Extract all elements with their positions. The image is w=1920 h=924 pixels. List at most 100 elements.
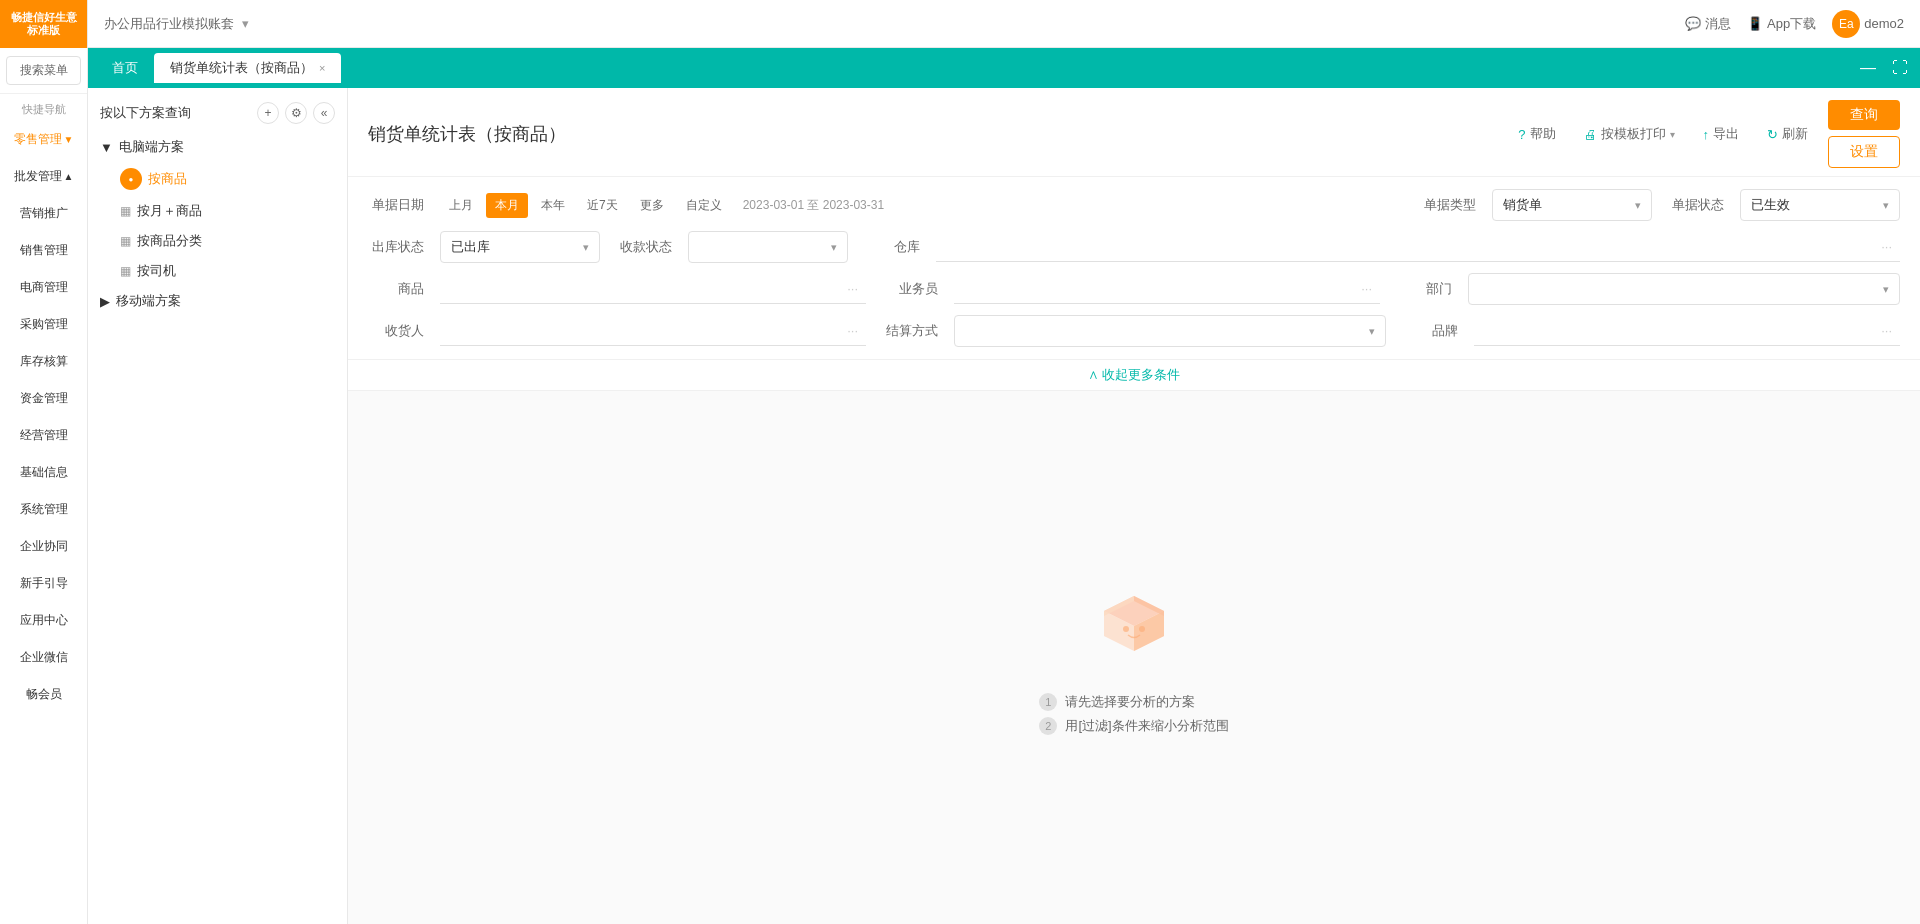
dropdown-icon[interactable]: ▾ — [242, 16, 249, 31]
sidebar-item-retail-label: 零售管理 — [14, 131, 62, 148]
plus-icon: + — [264, 106, 271, 120]
department-dropdown[interactable]: ▾ — [1468, 273, 1900, 305]
tab-close-icon[interactable]: × — [319, 63, 325, 74]
industry-label: 办公用品行业模拟账套 — [104, 15, 234, 33]
refresh-button[interactable]: ↻ 刷新 — [1759, 121, 1816, 147]
out-status-dropdown[interactable]: 已出库 ▾ — [440, 231, 600, 263]
dots-icon4: ··· — [847, 323, 858, 338]
date-btn-last-month[interactable]: 上月 — [440, 193, 482, 218]
doc-type-dropdown[interactable]: 销货单 ▾ — [1492, 189, 1652, 221]
chevron-down-icon2: ▾ — [1883, 199, 1889, 212]
sidebar-item-member[interactable]: 畅会员 — [4, 678, 83, 711]
help-button[interactable]: ? 帮助 — [1510, 121, 1563, 147]
sidebar-item-inventory[interactable]: 库存核算 — [4, 345, 83, 378]
sidebar-item-finance[interactable]: 资金管理 — [4, 382, 83, 415]
date-btn-7days[interactable]: 近7天 — [578, 193, 627, 218]
search-menu-button[interactable]: 搜索菜单 — [6, 56, 81, 85]
tree-group-mobile[interactable]: ▶ 移动端方案 — [88, 286, 347, 316]
left-panel-header: 按以下方案查询 + ⚙ « — [88, 98, 347, 132]
sidebar-item-member-label: 畅会员 — [26, 687, 62, 701]
print-dropdown-icon: ▾ — [1670, 129, 1675, 140]
sidebar-item-wholesale[interactable]: 批发管理 ▲ — [4, 160, 83, 193]
right-panel: 销货单统计表（按商品） ? 帮助 🖨 按模板打印 ▾ ↑ 导出 — [348, 88, 1920, 924]
tree-item-by-category[interactable]: ▦ 按商品分类 — [88, 226, 347, 256]
refresh-label: 刷新 — [1782, 125, 1808, 143]
app-download-button[interactable]: 📱 App下载 — [1747, 15, 1816, 33]
print-label: 按模板打印 — [1601, 125, 1666, 143]
goods-input[interactable]: ··· — [440, 274, 866, 304]
date-btn-custom[interactable]: 自定义 — [677, 193, 731, 218]
tree-item-by-driver-label: 按司机 — [137, 262, 176, 280]
warehouse-label: 仓库 — [864, 238, 920, 256]
date-btn-this-year[interactable]: 本年 — [532, 193, 574, 218]
export-button[interactable]: ↑ 导出 — [1695, 121, 1748, 147]
sidebar-item-management[interactable]: 经营管理 — [4, 419, 83, 452]
refresh-icon: ↻ — [1767, 127, 1778, 142]
collapse-bar[interactable]: ∧ 收起更多条件 — [348, 360, 1920, 391]
sidebar-item-purchase[interactable]: 采购管理 — [4, 308, 83, 341]
print-button[interactable]: 🖨 按模板打印 ▾ — [1576, 121, 1683, 147]
sidebar-item-wecom[interactable]: 企业微信 — [4, 641, 83, 674]
sidebar-item-sales-label: 销售管理 — [20, 243, 68, 257]
doc-type-value: 销货单 — [1503, 196, 1542, 214]
add-scheme-button[interactable]: + — [257, 102, 279, 124]
tree-item-by-month-goods-label: 按月＋商品 — [137, 202, 202, 220]
sidebar-item-marketing[interactable]: 营销推广 — [4, 197, 83, 230]
logo-subtext: 标准版 — [27, 24, 60, 37]
tree-item-by-goods[interactable]: ● 按商品 — [88, 162, 347, 196]
page-actions: ? 帮助 🖨 按模板打印 ▾ ↑ 导出 ↻ 刷新 — [1510, 100, 1900, 168]
tab-sales-report[interactable]: 销货单统计表（按商品） × — [154, 53, 341, 83]
sidebar-item-sales[interactable]: 销售管理 — [4, 234, 83, 267]
settlement-dropdown[interactable]: ▾ — [954, 315, 1386, 347]
chevron-icon: ▼ — [64, 134, 74, 145]
tab-expand-icon[interactable]: ⛶ — [1888, 55, 1912, 81]
sidebar-item-guide[interactable]: 新手引导 — [4, 567, 83, 600]
receipt-status-dropdown[interactable]: ▾ — [688, 231, 848, 263]
date-btn-more[interactable]: 更多 — [631, 193, 673, 218]
warehouse-input[interactable]: ··· — [936, 232, 1900, 262]
sidebar-search-area: 搜索菜单 — [0, 48, 87, 94]
main-area: 办公用品行业模拟账套 ▾ 💬 消息 📱 App下载 Ea demo2 首页 销货… — [88, 0, 1920, 924]
tree-group-pc[interactable]: ▼ 电脑端方案 — [88, 132, 347, 162]
dots-icon5: ··· — [1881, 323, 1892, 338]
sidebar-item-management-label: 经营管理 — [20, 428, 68, 442]
sidebar-item-purchase-label: 采购管理 — [20, 317, 68, 331]
settlement-label: 结算方式 — [882, 322, 938, 340]
grid-icon: ▦ — [120, 204, 131, 218]
sidebar-item-retail[interactable]: 零售管理 ▼ — [4, 123, 83, 156]
chevron-icon: ▲ — [64, 171, 74, 182]
messages-button[interactable]: 💬 消息 — [1685, 15, 1731, 33]
sidebar-item-ecommerce-label: 电商管理 — [20, 280, 68, 294]
brand-label: 品牌 — [1402, 322, 1458, 340]
doc-status-value: 已生效 — [1751, 196, 1790, 214]
sidebar-item-basic[interactable]: 基础信息 — [4, 456, 83, 489]
tree-item-by-category-label: 按商品分类 — [137, 232, 202, 250]
tab-minimize-icon[interactable]: — — [1856, 55, 1880, 81]
brand-input[interactable]: ··· — [1474, 316, 1900, 346]
app-logo: 畅捷信好生意 标准版 — [0, 0, 87, 48]
collapse-panel-button[interactable]: « — [313, 102, 335, 124]
date-btn-this-month[interactable]: 本月 — [486, 193, 528, 218]
user-menu[interactable]: Ea demo2 — [1832, 10, 1904, 38]
receiver-input[interactable]: ··· — [440, 316, 866, 346]
date-control: 上月 本月 本年 近7天 更多 自定义 2023-03-01 至 2023-03… — [440, 193, 1404, 218]
page-title: 销货单统计表（按商品） — [368, 122, 566, 146]
doc-type-label: 单据类型 — [1420, 196, 1476, 214]
tree-item-by-driver[interactable]: ▦ 按司机 — [88, 256, 347, 286]
query-button[interactable]: 查询 — [1828, 100, 1900, 130]
settings-button[interactable]: 设置 — [1828, 136, 1900, 168]
chevron-down-icon3: ▾ — [583, 241, 589, 254]
tree-item-by-month-goods[interactable]: ▦ 按月＋商品 — [88, 196, 347, 226]
salesperson-input[interactable]: ··· — [954, 274, 1380, 304]
receipt-status-label: 收款状态 — [616, 238, 672, 256]
sidebar-item-system[interactable]: 系统管理 — [4, 493, 83, 526]
tab-home[interactable]: 首页 — [96, 53, 154, 83]
page-header: 销货单统计表（按商品） ? 帮助 🖨 按模板打印 ▾ ↑ 导出 — [348, 88, 1920, 177]
svg-point-3 — [1123, 626, 1129, 632]
sidebar-item-ecommerce[interactable]: 电商管理 — [4, 271, 83, 304]
empty-tip-2: 2 用[过滤]条件来缩小分析范围 — [1039, 717, 1228, 735]
sidebar-item-appcenter[interactable]: 应用中心 — [4, 604, 83, 637]
sidebar-item-enterprise[interactable]: 企业协同 — [4, 530, 83, 563]
settings-scheme-button[interactable]: ⚙ — [285, 102, 307, 124]
doc-status-dropdown[interactable]: 已生效 ▾ — [1740, 189, 1900, 221]
